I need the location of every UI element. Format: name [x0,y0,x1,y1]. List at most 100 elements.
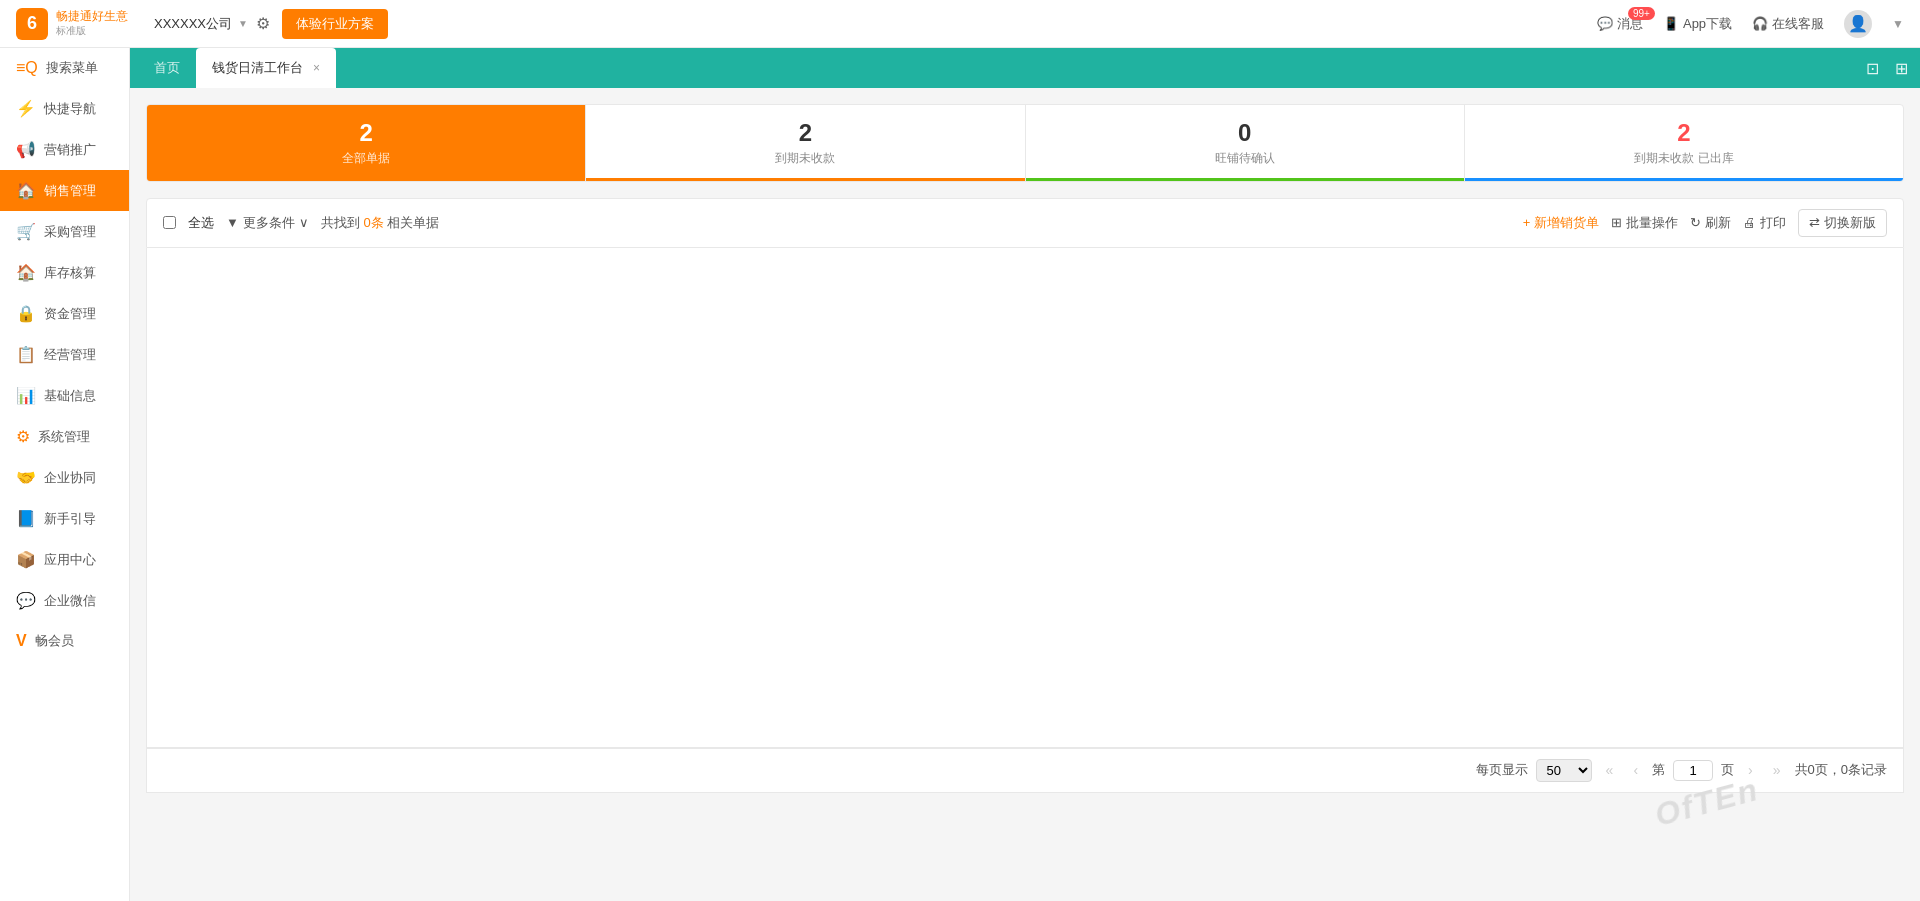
stat-label-overdue: 到期未收款 [606,150,1004,167]
next-page-btn[interactable]: › [1742,760,1759,780]
inventory-icon: 🏠 [16,263,36,282]
messages-badge: 99+ [1628,7,1655,20]
stat-card-wangpu[interactable]: 0 旺铺待确认 [1026,105,1465,181]
stat-label-all: 全部单据 [167,150,565,167]
batch-btn[interactable]: ⊞ 批量操作 [1611,214,1678,232]
chevron-icon: ∨ [299,215,309,230]
add-sales-btn[interactable]: + 新增销货单 [1523,214,1599,232]
sidebar-item-quick-nav[interactable]: ⚡ 快捷导航 [0,88,129,129]
filter-btn[interactable]: ▼ 更多条件 ∨ [226,214,309,232]
service-icon: 🎧 [1752,16,1768,31]
main-content: 2 全部单据 2 到期未收款 0 旺铺待确认 2 到期未收款 已出库 全选 ▼ … [130,88,1920,901]
system-icon: ⚙ [16,427,30,446]
sales-icon: 🏠 [16,181,36,200]
sidebar-item-system[interactable]: ⚙ 系统管理 [0,416,129,457]
app-version: 标准版 [56,24,128,38]
page-size-label: 每页显示 [1476,761,1528,779]
refresh-btn[interactable]: ↻ 刷新 [1690,214,1731,232]
total-info: 共0页，0条记录 [1795,761,1887,779]
operations-icon: 📋 [16,345,36,364]
sidebar-item-operations[interactable]: 📋 经营管理 [0,334,129,375]
page-number-input[interactable] [1673,760,1713,781]
sidebar-item-enterprise[interactable]: 🤝 企业协同 [0,457,129,498]
page-word: 第 [1652,761,1665,779]
sidebar-item-inventory[interactable]: 🏠 库存核算 [0,252,129,293]
page-label: 页 [1721,761,1734,779]
table-area [146,248,1904,748]
finance-icon: 🔒 [16,304,36,323]
stat-number-all: 2 [167,119,565,148]
stat-number-wangpu: 0 [1046,119,1444,148]
sidebar-item-purchase[interactable]: 🛒 采购管理 [0,211,129,252]
toolbar: 全选 ▼ 更多条件 ∨ 共找到 0条 相关单据 + 新增销货单 ⊞ 批量操作 ↻… [146,198,1904,248]
tab-bar: 首页 钱货日清工作台 × ⊡ ⊞ [130,48,1920,88]
search-menu-icon: ≡Q [16,59,38,77]
sidebar-item-guide[interactable]: 📘 新手引导 [0,498,129,539]
sidebar-item-app-center[interactable]: 📦 应用中心 [0,539,129,580]
sidebar-item-member[interactable]: V 畅会员 [0,621,129,661]
base-info-icon: 📊 [16,386,36,405]
online-service-btn[interactable]: 🎧 在线客服 [1752,15,1824,33]
select-all-checkbox[interactable] [163,216,176,229]
marketing-icon: 📢 [16,140,36,159]
settings-icon[interactable]: ⚙ [256,14,270,33]
enterprise-icon: 🤝 [16,468,36,487]
sidebar-item-search-menu[interactable]: ≡Q 搜索菜单 [0,48,129,88]
wechat-icon: 💬 [16,591,36,610]
sidebar-item-wechat[interactable]: 💬 企业微信 [0,580,129,621]
tab-workbench[interactable]: 钱货日清工作台 × [196,48,336,88]
app-download-btn[interactable]: 📱 App下载 [1663,15,1732,33]
stat-label-wangpu: 旺铺待确认 [1046,150,1444,167]
experience-btn[interactable]: 体验行业方案 [282,9,388,39]
prev-page-btn[interactable]: ‹ [1627,760,1644,780]
filter-icon: ▼ [226,215,239,230]
message-icon: 💬 [1597,16,1613,31]
user-name[interactable]: ▼ [1892,17,1904,31]
stat-card-overdue[interactable]: 2 到期未收款 [586,105,1025,181]
toolbar-left: 全选 ▼ 更多条件 ∨ 共找到 0条 相关单据 [163,214,439,232]
app-download-label: App下载 [1683,15,1732,33]
header-right: 💬 消息 99+ 📱 App下载 🎧 在线客服 👤 ▼ [1597,10,1904,38]
select-all-label: 全选 [188,214,214,232]
app-header: 6 畅捷通好生意 标准版 XXXXXX公司 ▼ ⚙ 体验行业方案 💬 消息 99… [0,0,1920,48]
tab-actions: ⊡ ⊞ [1862,55,1912,82]
stat-number-shipped: 2 [1485,119,1883,148]
company-selector[interactable]: XXXXXX公司 ▼ [154,15,248,33]
switch-version-btn[interactable]: ⇄ 切换新版 [1798,209,1887,237]
tab-minimize-btn[interactable]: ⊡ [1862,55,1883,82]
app-center-icon: 📦 [16,550,36,569]
tab-close-btn[interactable]: × [313,61,320,75]
chevron-down-icon: ▼ [238,18,248,29]
print-icon: 🖨 [1743,215,1756,230]
print-btn[interactable]: 🖨 打印 [1743,214,1786,232]
stat-label-shipped: 到期未收款 已出库 [1485,150,1883,167]
guide-icon: 📘 [16,509,36,528]
logo-icon: 6 [16,8,48,40]
avatar[interactable]: 👤 [1844,10,1872,38]
quick-nav-icon: ⚡ [16,99,36,118]
tab-expand-btn[interactable]: ⊞ [1891,55,1912,82]
page-size-select[interactable]: 50 100 200 [1536,759,1592,782]
found-text: 共找到 0条 相关单据 [321,214,439,232]
purchase-icon: 🛒 [16,222,36,241]
pagination: 每页显示 50 100 200 « ‹ 第 页 › » 共0页，0条记录 [146,748,1904,793]
download-icon: 📱 [1663,16,1679,31]
refresh-icon: ↻ [1690,215,1701,230]
found-count: 0条 [364,215,384,230]
stat-card-shipped[interactable]: 2 到期未收款 已出库 [1465,105,1903,181]
sidebar-item-base-info[interactable]: 📊 基础信息 [0,375,129,416]
stats-row: 2 全部单据 2 到期未收款 0 旺铺待确认 2 到期未收款 已出库 [146,104,1904,182]
toolbar-right: + 新增销货单 ⊞ 批量操作 ↻ 刷新 🖨 打印 ⇄ 切换新版 [1523,209,1887,237]
messages-btn[interactable]: 💬 消息 99+ [1597,15,1643,33]
tab-home[interactable]: 首页 [138,48,196,88]
sidebar: ≡Q 搜索菜单 ⚡ 快捷导航 📢 营销推广 🏠 销售管理 🛒 采购管理 🏠 库存… [0,48,130,901]
last-page-btn[interactable]: » [1767,760,1787,780]
switch-icon: ⇄ [1809,215,1820,230]
sidebar-item-sales[interactable]: 🏠 销售管理 [0,170,129,211]
sidebar-item-finance[interactable]: 🔒 资金管理 [0,293,129,334]
stat-card-all[interactable]: 2 全部单据 [147,105,586,181]
sidebar-item-marketing[interactable]: 📢 营销推广 [0,129,129,170]
first-page-btn[interactable]: « [1600,760,1620,780]
company-name: XXXXXX公司 [154,15,232,33]
batch-icon: ⊞ [1611,215,1622,230]
